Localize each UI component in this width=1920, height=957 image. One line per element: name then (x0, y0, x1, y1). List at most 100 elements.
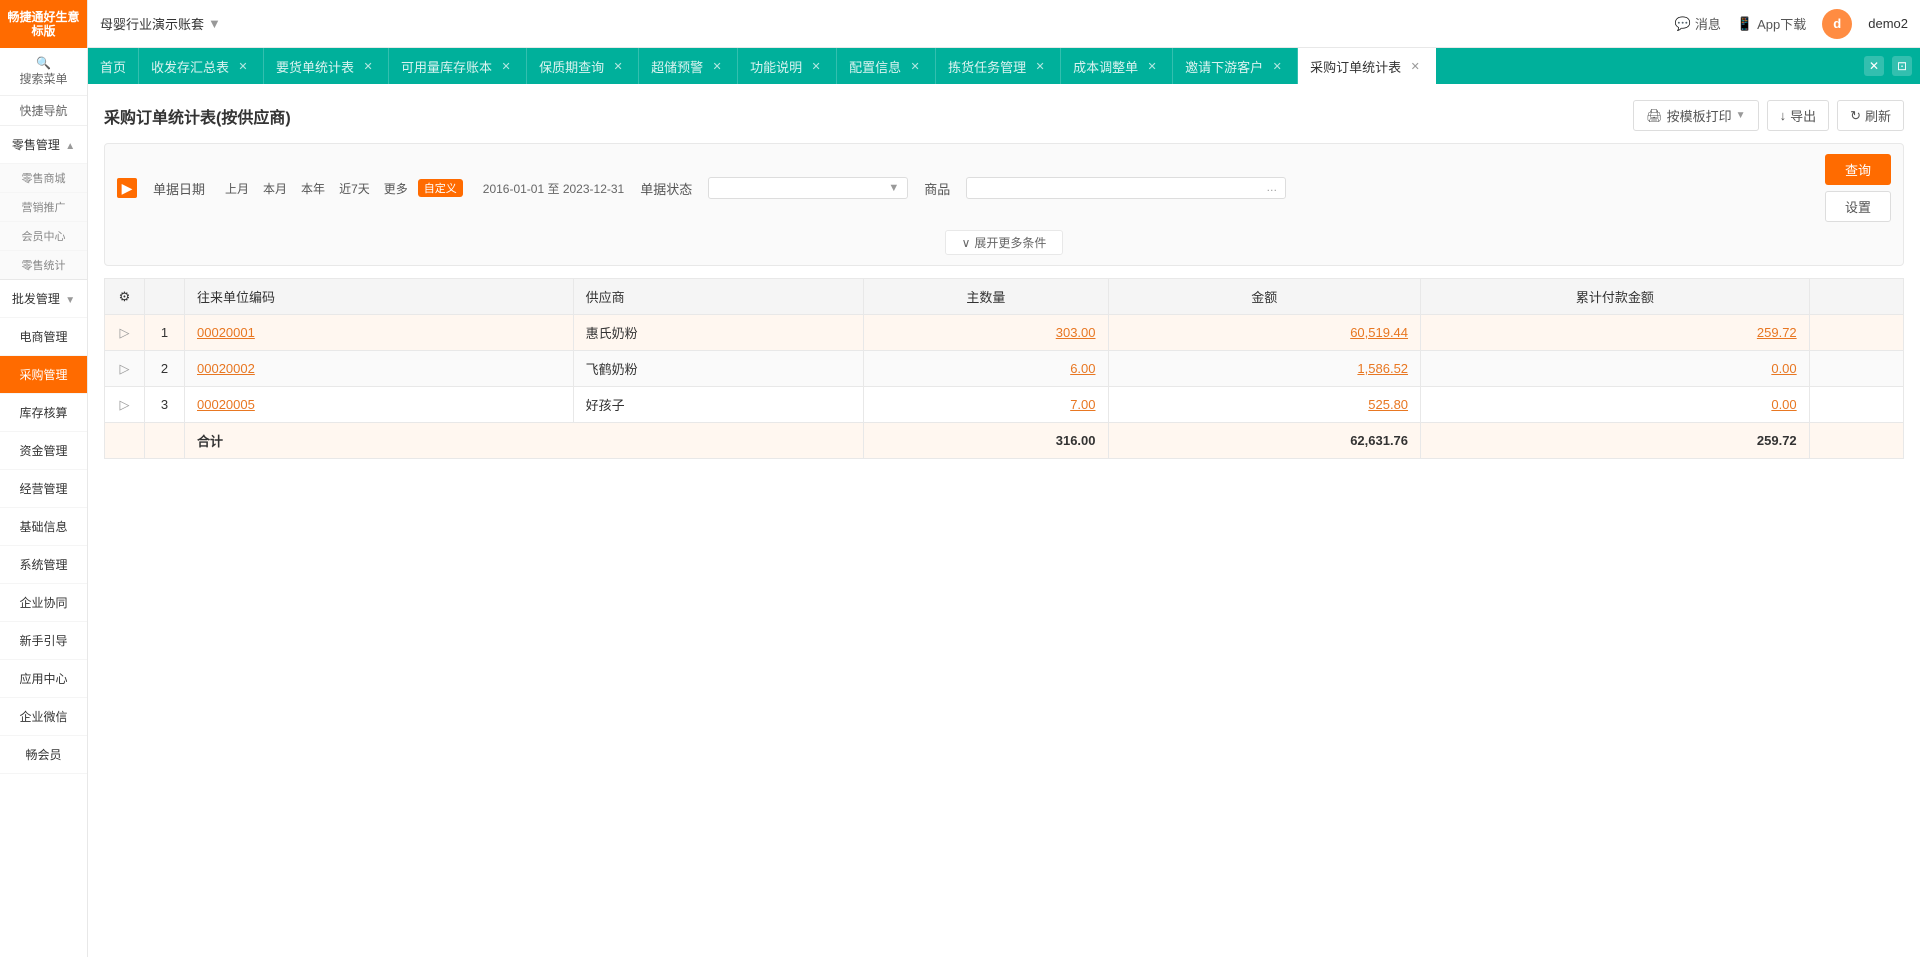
sidebar-item-wholesale[interactable]: 批发管理 ▼ (0, 280, 87, 318)
print-button[interactable]: 🖨 按模板打印 ▼ (1633, 100, 1758, 131)
page-header: 采购订单统计表(按供应商) 🖨 按模板打印 ▼ ↓ 导出 ↻ 刷新 (104, 100, 1904, 131)
sidebar-item-search[interactable]: 🔍 搜索菜单 (0, 48, 87, 96)
status-filter-label: 单据状态 (640, 179, 692, 198)
filter-area: ▶ 单据日期 上月 本月 本年 近7天 更多 自定义 2016-01-01 至 … (104, 143, 1904, 266)
sidebar-item-new-guide[interactable]: 新手引导 (0, 622, 87, 660)
app-download-button[interactable]: 📱 App下载 (1737, 14, 1806, 33)
status-select[interactable]: ▼ (708, 177, 908, 199)
td-supplier-3: 好孩子 (573, 387, 864, 423)
message-button[interactable]: 💬 消息 (1675, 14, 1721, 33)
sidebar-item-ent-wechat[interactable]: 企业微信 (0, 698, 87, 736)
tab-config-info[interactable]: 配置信息 ✕ (837, 48, 936, 84)
tab-close-pick-task[interactable]: ✕ (1032, 58, 1048, 74)
sidebar-item-operations[interactable]: 经营管理 (0, 470, 87, 508)
tab-overstock[interactable]: 超储预警 ✕ (639, 48, 738, 84)
td-extra-1 (1809, 315, 1903, 351)
td-paid-1: 259.72 (1421, 315, 1810, 351)
user-name[interactable]: demo2 (1868, 16, 1908, 31)
refresh-button[interactable]: ↻ 刷新 (1837, 100, 1904, 131)
tab-invite-down[interactable]: 邀请下游客户 ✕ (1173, 48, 1298, 84)
tab-close-cost-adj[interactable]: ✕ (1144, 58, 1160, 74)
td-amount-3: 525.80 (1108, 387, 1421, 423)
sidebar-item-sys-mgmt[interactable]: 系统管理 (0, 546, 87, 584)
shortcut-more[interactable]: 更多 (380, 179, 412, 198)
sidebar-item-enterprise[interactable]: 企业协同 (0, 584, 87, 622)
td-total-label: 合计 (185, 423, 864, 459)
td-supplier-1: 惠氏奶粉 (573, 315, 864, 351)
avatar[interactable]: d (1822, 9, 1852, 39)
tab-close-stock-book[interactable]: ✕ (498, 58, 514, 74)
filter-toggle-button[interactable]: ▶ (117, 178, 137, 198)
message-icon: 💬 (1675, 16, 1691, 32)
sidebar-item-inventory[interactable]: 库存核算 (0, 394, 87, 432)
tab-close-config-info[interactable]: ✕ (907, 58, 923, 74)
goods-input[interactable]: … (966, 177, 1286, 199)
sidebar-item-finance[interactable]: 资金管理 (0, 432, 87, 470)
td-code-3: 00020005 (185, 387, 574, 423)
td-total-extra (1809, 423, 1903, 459)
tab-purchase-stat[interactable]: 采购订单统计表 ✕ (1298, 48, 1436, 84)
td-seq-1: 1 (145, 315, 185, 351)
sidebar-item-app-center[interactable]: 应用中心 (0, 660, 87, 698)
tab-close-all-button[interactable]: ✕ (1864, 56, 1884, 76)
td-total-qty: 316.00 (864, 423, 1108, 459)
tab-cost-adj[interactable]: 成本调整单 ✕ (1061, 48, 1173, 84)
tab-maximize-button[interactable]: ⊡ (1892, 56, 1912, 76)
unit-code-link-3[interactable]: 00020005 (197, 397, 255, 412)
expand-conditions-button[interactable]: ∨ 展开更多条件 (945, 230, 1064, 255)
tab-expiry[interactable]: 保质期查询 ✕ (527, 48, 639, 84)
logo[interactable]: 畅捷通好生意 标版 (0, 0, 87, 48)
custom-date-tag[interactable]: 自定义 (418, 179, 463, 197)
td-supplier-2: 飞鹤奶粉 (573, 351, 864, 387)
workspace-selector[interactable]: 母婴行业演示账套 ▼ (100, 14, 221, 33)
tab-close-invite-down[interactable]: ✕ (1269, 58, 1285, 74)
tab-collect[interactable]: 收发存汇总表 ✕ (139, 48, 264, 84)
chevron-icon: ▲ (65, 141, 75, 152)
page-content: 采购订单统计表(按供应商) 🖨 按模板打印 ▼ ↓ 导出 ↻ 刷新 (88, 84, 1920, 957)
export-button[interactable]: ↓ 导出 (1767, 100, 1830, 131)
shortcut-this-year[interactable]: 本年 (297, 179, 329, 198)
td-expand-3[interactable]: ▷ (105, 387, 145, 423)
tab-close-collect[interactable]: ✕ (235, 58, 251, 74)
sidebar-item-member2[interactable]: 畅会员 (0, 736, 87, 774)
sidebar-item-basic-info[interactable]: 基础信息 (0, 508, 87, 546)
td-extra-2 (1809, 351, 1903, 387)
date-filter-label: 单据日期 (153, 179, 205, 198)
sidebar-item-retail-stat[interactable]: 零售统计 (0, 251, 87, 280)
shortcut-this-month[interactable]: 本月 (259, 179, 291, 198)
tab-order-stat[interactable]: 要货单统计表 ✕ (264, 48, 389, 84)
sidebar-item-ecommerce[interactable]: 电商管理 (0, 318, 87, 356)
query-settings: 查询 设置 (1825, 154, 1891, 222)
tab-home[interactable]: 首页 (88, 48, 139, 84)
td-code-2: 00020002 (185, 351, 574, 387)
tab-func-desc[interactable]: 功能说明 ✕ (738, 48, 837, 84)
shortcut-last-month[interactable]: 上月 (221, 179, 253, 198)
shortcut-7days[interactable]: 近7天 (335, 179, 374, 198)
td-total-empty2 (145, 423, 185, 459)
table-row: ▷ 2 00020002 飞鹤奶粉 6.00 1,586.52 0.00 (105, 351, 1904, 387)
sidebar-item-quicknav[interactable]: 快捷导航 (0, 96, 87, 126)
unit-code-link-1[interactable]: 00020001 (197, 325, 255, 340)
tab-pick-task[interactable]: 拣货任务管理 ✕ (936, 48, 1061, 84)
td-extra-3 (1809, 387, 1903, 423)
status-dropdown-icon: ▼ (888, 182, 899, 194)
sidebar-item-purchase[interactable]: 采购管理 (0, 356, 87, 394)
sidebar-item-member[interactable]: 会员中心 (0, 222, 87, 251)
tab-close-expiry[interactable]: ✕ (610, 58, 626, 74)
query-button[interactable]: 查询 (1825, 154, 1891, 185)
expand-icon: ∨ (962, 236, 971, 250)
sidebar-item-retail[interactable]: 零售管理 ▲ (0, 126, 87, 164)
tab-close-func-desc[interactable]: ✕ (808, 58, 824, 74)
settings-button[interactable]: 设置 (1825, 191, 1891, 222)
tab-stock-book[interactable]: 可用量库存账本 ✕ (389, 48, 527, 84)
tab-close-order-stat[interactable]: ✕ (360, 58, 376, 74)
sidebar-item-retail-mall[interactable]: 零售商城 (0, 164, 87, 193)
td-expand-2[interactable]: ▷ (105, 351, 145, 387)
tab-close-overstock[interactable]: ✕ (709, 58, 725, 74)
table-settings-icon[interactable]: ⚙ (119, 289, 131, 304)
tab-close-purchase-stat[interactable]: ✕ (1407, 58, 1423, 74)
unit-code-link-2[interactable]: 00020002 (197, 361, 255, 376)
td-qty-1: 303.00 (864, 315, 1108, 351)
sidebar-item-marketing[interactable]: 营销推广 (0, 193, 87, 222)
td-expand-1[interactable]: ▷ (105, 315, 145, 351)
